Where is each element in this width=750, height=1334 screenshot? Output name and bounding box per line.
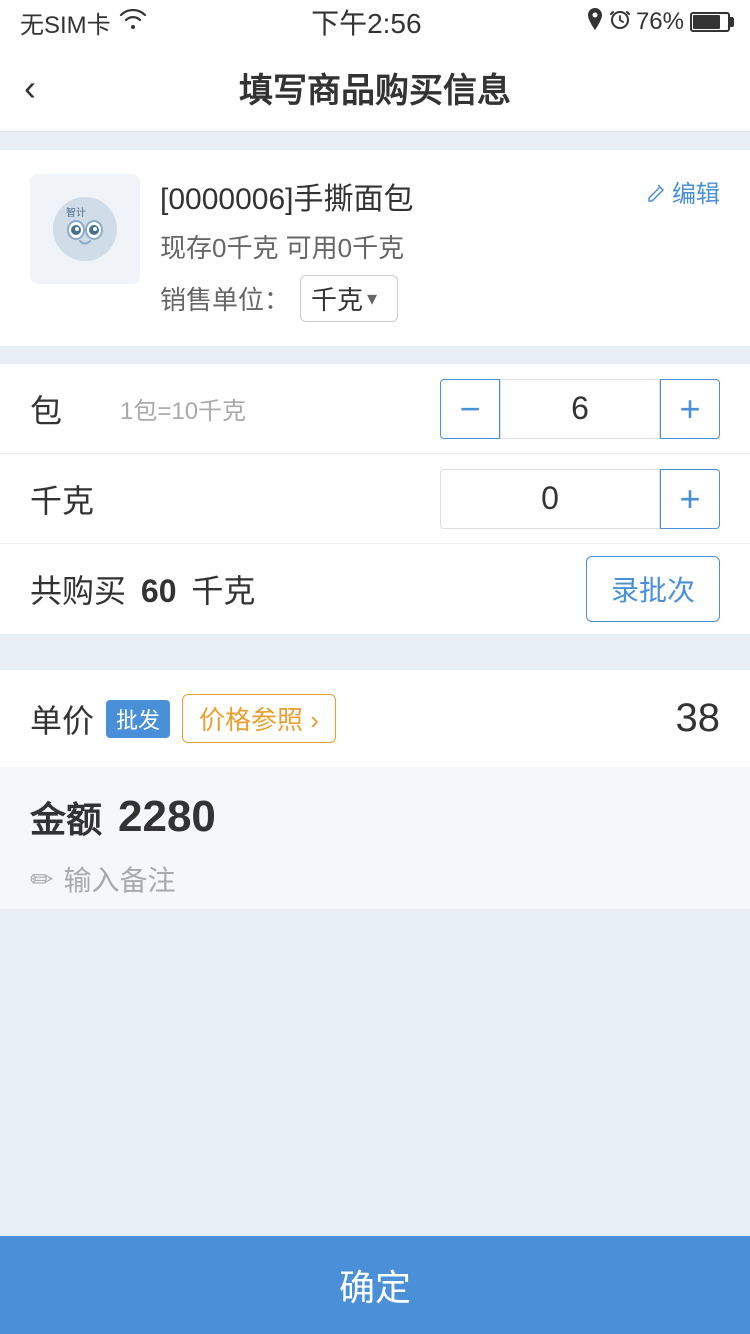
- note-row[interactable]: ✏ 输入备注: [30, 859, 720, 899]
- bag-hint: 1包=10千克: [120, 391, 246, 426]
- wifi-icon: [119, 8, 147, 36]
- kg-input[interactable]: [440, 469, 660, 529]
- page-title: 填写商品购买信息: [239, 63, 511, 112]
- nav-bar: ‹ 填写商品购买信息: [0, 44, 750, 132]
- amount-row: 金额 2280: [30, 791, 720, 843]
- unit-value: 千克: [311, 280, 363, 317]
- confirm-button[interactable]: 确定: [0, 1236, 750, 1334]
- owl-icon: 智计: [50, 194, 120, 264]
- price-row: 单价 批发 价格参照 › 38: [30, 694, 720, 743]
- note-placeholder: 输入备注: [63, 859, 175, 899]
- kg-plus-button[interactable]: +: [660, 469, 720, 529]
- product-unit-row: 销售单位： 千克 ▾: [160, 275, 720, 322]
- separator-1: [0, 132, 750, 150]
- summary-row: 共购买 60 千克 录批次: [0, 544, 750, 634]
- summary-unit: 千克: [191, 573, 255, 609]
- battery-percent: 76%: [636, 8, 684, 36]
- edit-icon: [646, 181, 668, 203]
- battery-icon: [690, 12, 730, 32]
- empty-content-area: [0, 909, 750, 1189]
- bag-label: 包: [30, 386, 110, 432]
- kg-row: 千克 +: [0, 454, 750, 544]
- summary-prefix: 共购买: [30, 573, 126, 609]
- kg-stepper-group: +: [440, 469, 720, 529]
- unit-select[interactable]: 千克 ▾: [300, 275, 398, 322]
- edit-label: 编辑: [672, 174, 720, 209]
- pencil-icon: ✏: [30, 863, 53, 896]
- summary-amount: 60: [141, 573, 177, 609]
- confirm-button-label: 确定: [339, 1259, 411, 1311]
- status-time: 下午2:56: [311, 2, 422, 42]
- product-stock: 现存0千克 可用0千克: [160, 228, 720, 265]
- amount-label: 金额: [30, 791, 102, 843]
- status-bar: 无SIM卡 下午2:56 76%: [0, 0, 750, 44]
- separator-2: [0, 346, 750, 364]
- record-batch-button[interactable]: 录批次: [586, 556, 720, 622]
- form-section: 包 1包=10千克 − + 千克 + 共购买 60 千克 录批次: [0, 364, 750, 634]
- kg-label: 千克: [30, 476, 110, 522]
- amount-value: 2280: [118, 792, 216, 842]
- price-section: 单价 批发 价格参照 › 38: [0, 670, 750, 767]
- bag-row: 包 1包=10千克 − +: [0, 364, 750, 454]
- price-label: 单价: [30, 696, 94, 742]
- bag-input[interactable]: [500, 379, 660, 439]
- kg-stepper: +: [440, 469, 720, 529]
- product-info: [0000006]手撕面包 编辑 现存0千克 可用0千克 销售单位： 千克 ▾: [160, 174, 720, 322]
- alarm-icon: [610, 8, 630, 37]
- bag-plus-button[interactable]: +: [660, 379, 720, 439]
- status-bar-right: 76%: [586, 8, 730, 37]
- separator-3: [0, 634, 750, 652]
- product-name-row: [0000006]手撕面包 编辑: [160, 174, 720, 218]
- location-icon: [586, 8, 604, 37]
- summary-text: 共购买 60 千克: [30, 566, 255, 612]
- dropdown-arrow-icon: ▾: [367, 286, 377, 311]
- bag-stepper-group: − +: [440, 379, 720, 439]
- amount-section: 金额 2280 ✏ 输入备注: [0, 767, 750, 909]
- edit-button[interactable]: 编辑: [646, 174, 720, 209]
- price-value: 38: [676, 696, 721, 741]
- product-name: [0000006]手撕面包: [160, 174, 646, 218]
- bag-minus-button[interactable]: −: [440, 379, 500, 439]
- price-reference-button[interactable]: 价格参照 ›: [182, 694, 336, 743]
- price-type-tag: 批发: [106, 700, 170, 738]
- bag-stepper: − +: [440, 379, 720, 439]
- product-card: 智计 [0000006]手撕面包 编辑 现存0千克 可用0千克 销售单位： 千克…: [0, 150, 750, 346]
- back-button[interactable]: ‹: [24, 67, 36, 109]
- carrier-text: 无SIM卡: [20, 5, 111, 40]
- unit-label: 销售单位：: [160, 280, 290, 317]
- status-bar-left: 无SIM卡: [20, 5, 147, 40]
- svg-text:智计: 智计: [66, 206, 86, 219]
- product-thumbnail: 智计: [30, 174, 140, 284]
